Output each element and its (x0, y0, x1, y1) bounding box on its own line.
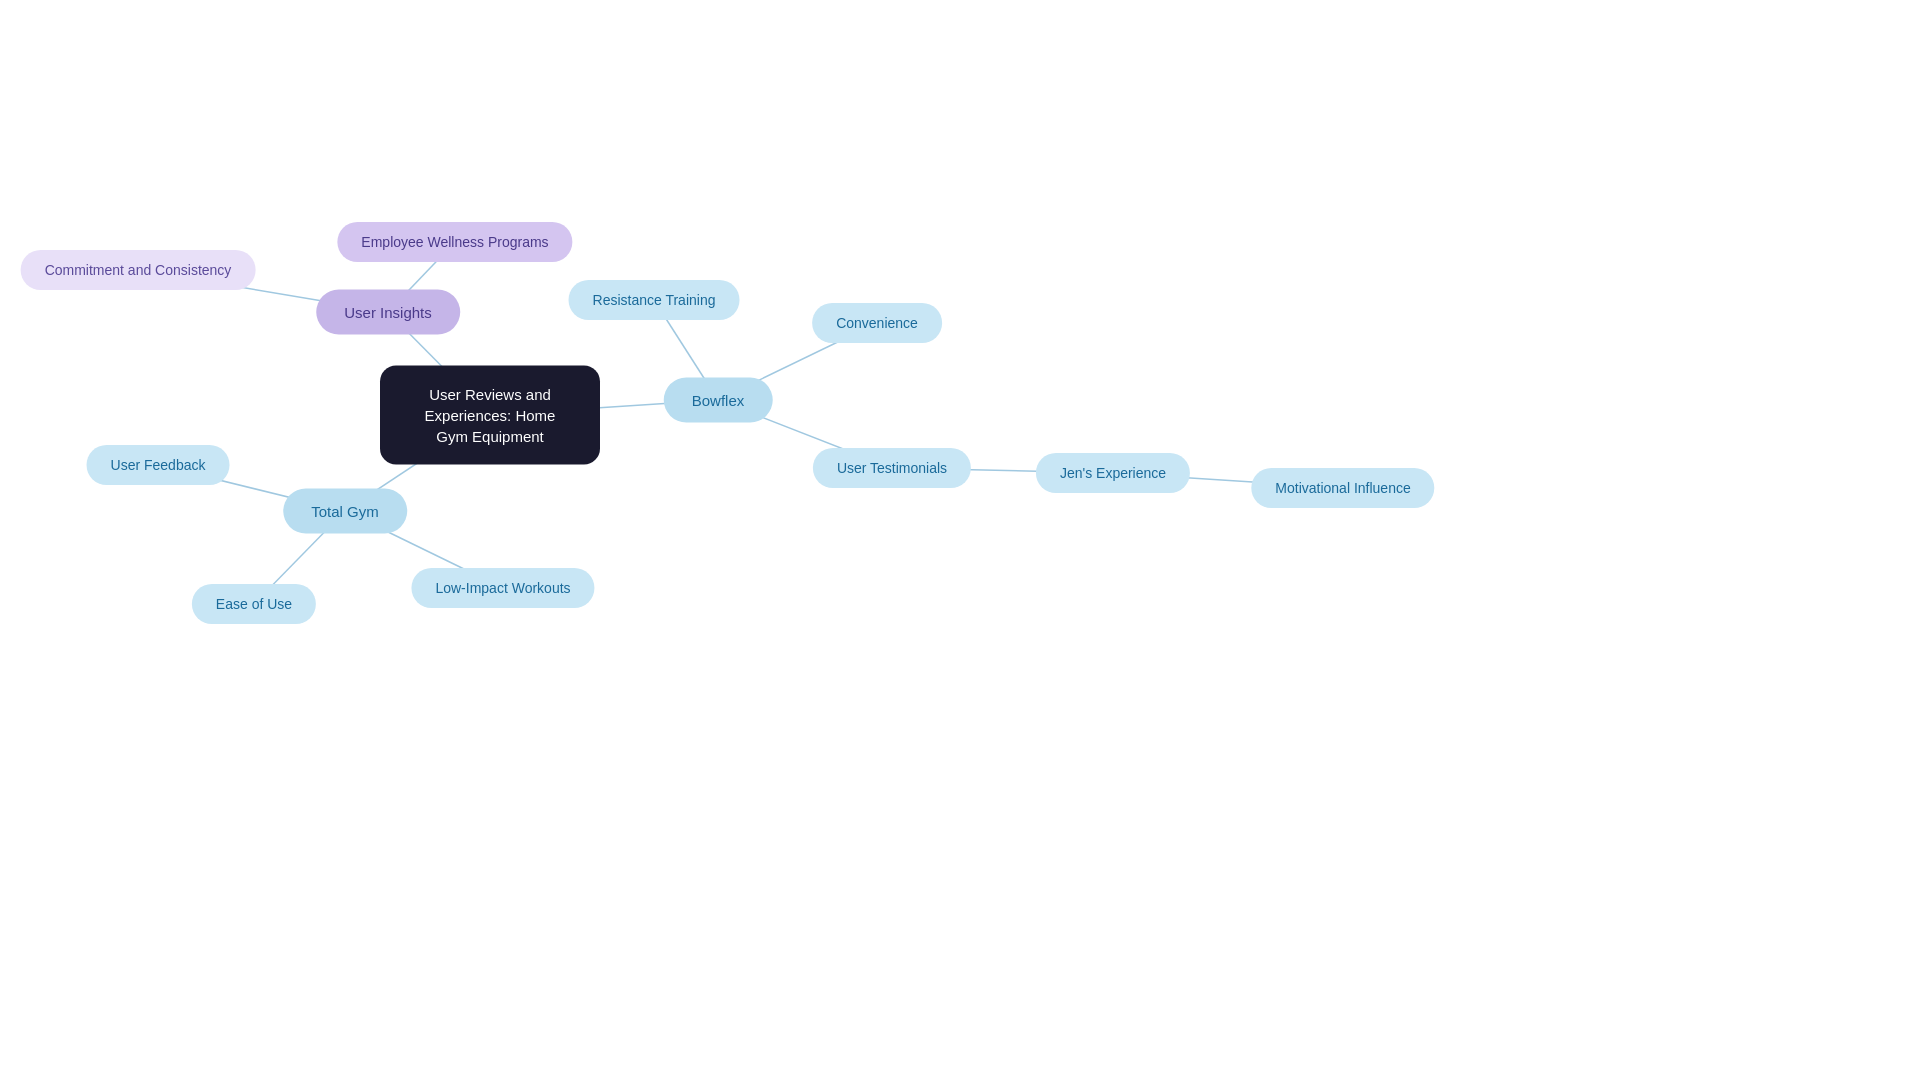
total-gym-label: Total Gym (311, 503, 379, 520)
convenience-node[interactable]: Convenience (812, 303, 942, 343)
jens-experience-label: Jen's Experience (1060, 465, 1166, 481)
user-feedback-label: User Feedback (111, 457, 206, 473)
bowflex-node[interactable]: Bowflex (664, 378, 773, 423)
low-impact-workouts-node[interactable]: Low-Impact Workouts (411, 568, 594, 608)
convenience-label: Convenience (836, 315, 918, 331)
motivational-influence-node[interactable]: Motivational Influence (1251, 468, 1434, 508)
bowflex-label: Bowflex (692, 392, 745, 409)
center-node[interactable]: User Reviews and Experiences: Home Gym E… (380, 366, 600, 465)
user-testimonials-node[interactable]: User Testimonials (813, 448, 971, 488)
commitment-consistency-node[interactable]: Commitment and Consistency (21, 250, 256, 290)
total-gym-node[interactable]: Total Gym (283, 489, 407, 534)
user-testimonials-label: User Testimonials (837, 460, 947, 476)
resistance-training-label: Resistance Training (593, 292, 716, 308)
jens-experience-node[interactable]: Jen's Experience (1036, 453, 1190, 493)
center-label: User Reviews and Experiences: Home Gym E… (408, 384, 572, 447)
employee-wellness-label: Employee Wellness Programs (361, 234, 548, 250)
user-insights-label: User Insights (344, 304, 432, 321)
motivational-influence-label: Motivational Influence (1275, 480, 1410, 496)
low-impact-workouts-label: Low-Impact Workouts (435, 580, 570, 596)
ease-of-use-node[interactable]: Ease of Use (192, 584, 316, 624)
user-feedback-node[interactable]: User Feedback (87, 445, 230, 485)
resistance-training-node[interactable]: Resistance Training (569, 280, 740, 320)
employee-wellness-node[interactable]: Employee Wellness Programs (337, 222, 572, 262)
ease-of-use-label: Ease of Use (216, 596, 292, 612)
user-insights-node[interactable]: User Insights (316, 290, 460, 335)
commitment-consistency-label: Commitment and Consistency (45, 262, 232, 278)
